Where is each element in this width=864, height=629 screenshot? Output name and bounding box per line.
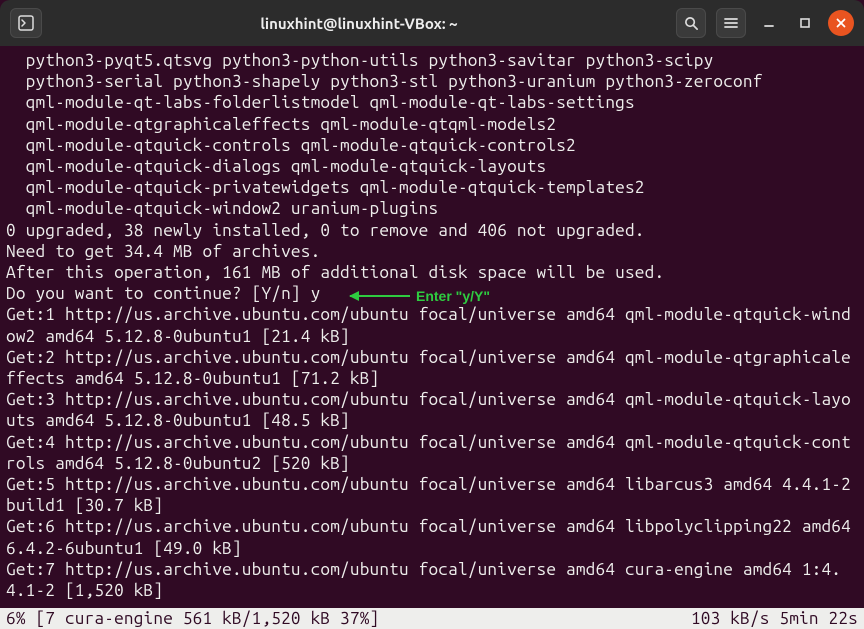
terminal-line: Get:3 http://us.archive.ubuntu.com/ubunt… [6,389,858,431]
terminal-line: Get:7 http://us.archive.ubuntu.com/ubunt… [6,559,858,601]
terminal-line: python3-pyqt5.qtsvg python3-python-utils… [6,50,858,71]
terminal-line: Get:6 http://us.archive.ubuntu.com/ubunt… [6,516,858,558]
annotation-text: Enter "y/Y" [416,288,490,304]
terminal-line: qml-module-qtquick-dialogs qml-module-qt… [6,156,858,177]
search-icon [684,16,699,31]
terminal-line: Get:5 http://us.archive.ubuntu.com/ubunt… [6,474,858,516]
terminal-line: Get:1 http://us.archive.ubuntu.com/ubunt… [6,304,858,346]
maximize-button[interactable] [792,10,818,36]
terminal-line: qml-module-qtgraphicaleffects qml-module… [6,114,858,135]
terminal-line: qml-module-qtquick-window2 uranium-plugi… [6,198,858,219]
terminal-line: Get:2 http://us.archive.ubuntu.com/ubunt… [6,347,858,389]
new-tab-button[interactable] [10,8,42,38]
terminal-line: qml-module-qt-labs-folderlistmodel qml-m… [6,92,858,113]
titlebar-right [676,8,854,38]
search-button[interactable] [676,8,706,38]
terminal-line: Get:4 http://us.archive.ubuntu.com/ubunt… [6,432,858,474]
minimize-icon [763,17,775,29]
titlebar: linuxhint@linuxhint-VBox: ~ [0,0,864,46]
maximize-icon [799,17,811,29]
terminal-line: qml-module-qtquick-controls qml-module-q… [6,135,858,156]
progress-status-bar: 6% [7 cura-engine 561 kB/1,520 kB 37%] 1… [0,608,864,629]
terminal-line: After this operation, 161 MB of addition… [6,262,858,283]
titlebar-left [10,8,42,38]
title-wrap: linuxhint@linuxhint-VBox: ~ [42,15,676,32]
status-left: 6% [7 cura-engine 561 kB/1,520 kB 37%] [6,608,379,629]
window-title: linuxhint@linuxhint-VBox: ~ [260,15,457,32]
menu-button[interactable] [716,8,746,38]
close-button[interactable] [828,10,854,36]
hamburger-icon [724,16,738,30]
terminal-line: python3-serial python3-shapely python3-s… [6,71,858,92]
terminal-line: qml-module-qtquick-privatewidgets qml-mo… [6,177,858,198]
terminal-line: 0 upgraded, 38 newly installed, 0 to rem… [6,220,858,241]
arrow-icon [350,295,410,297]
terminal-line: Need to get 34.4 MB of archives. [6,241,858,262]
terminal-output[interactable]: python3-pyqt5.qtsvg python3-python-utils… [0,46,864,605]
annotation-enter-y: Enter "y/Y" [350,288,490,304]
status-right: 103 kB/s 5min 22s [691,608,858,629]
close-icon [835,17,847,29]
minimize-button[interactable] [756,10,782,36]
terminal-tab-icon [18,15,34,31]
